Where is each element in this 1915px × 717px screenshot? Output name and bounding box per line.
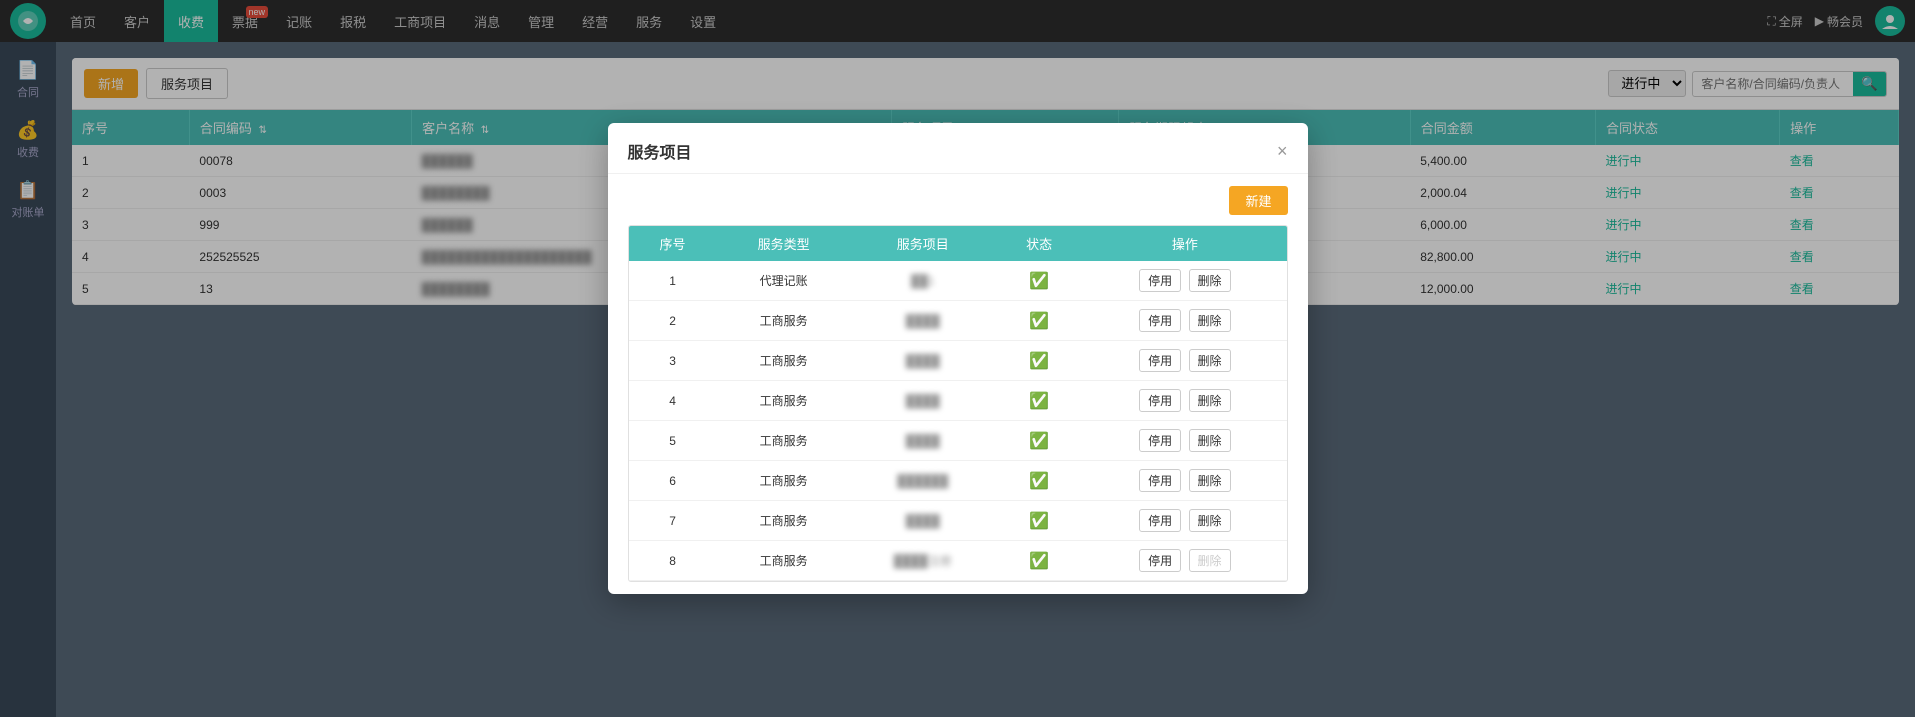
modal-cell-type: 工商服务 — [717, 421, 851, 461]
modal-table-row: 7 工商服务 ████ ✅ 停用 删除 — [629, 501, 1287, 541]
status-check-icon: ✅ — [1029, 553, 1049, 570]
stop-button[interactable]: 停用 — [1139, 429, 1181, 452]
modal-cell-no: 2 — [629, 301, 717, 341]
modal-cell-no: 6 — [629, 461, 717, 501]
modal-cell-item: ████ — [851, 421, 996, 461]
modal-cell-action: 停用 删除 — [1083, 261, 1286, 301]
delete-button[interactable]: 删除 — [1189, 429, 1231, 452]
delete-button[interactable]: 删除 — [1189, 269, 1231, 292]
modal-cell-status: ✅ — [995, 421, 1083, 461]
status-check-icon: ✅ — [1029, 393, 1049, 410]
delete-button[interactable]: 删除 — [1189, 349, 1231, 372]
modal-table-row: 3 工商服务 ████ ✅ 停用 删除 — [629, 341, 1287, 381]
stop-button[interactable]: 停用 — [1139, 269, 1181, 292]
stop-button[interactable]: 停用 — [1139, 549, 1181, 572]
delete-button[interactable]: 删除 — [1189, 389, 1231, 412]
stop-button[interactable]: 停用 — [1139, 389, 1181, 412]
modal-cell-type: 工商服务 — [717, 301, 851, 341]
modal-cell-no: 4 — [629, 381, 717, 421]
modal-cell-status: ✅ — [995, 261, 1083, 301]
modal-cell-action: 停用 删除 — [1083, 501, 1286, 541]
modal-cell-status: ✅ — [995, 301, 1083, 341]
modal-cell-item: ██████ — [851, 461, 996, 501]
modal-table-row: 2 工商服务 ████ ✅ 停用 删除 — [629, 301, 1287, 341]
modal-cell-action: 停用 删除 — [1083, 421, 1286, 461]
service-modal: 服务项目 × 新建 序号 服务类型 服务项目 状态 操作 — [608, 123, 1308, 594]
status-check-icon: ✅ — [1029, 313, 1049, 330]
status-check-icon: ✅ — [1029, 353, 1049, 370]
modal-cell-no: 7 — [629, 501, 717, 541]
modal-cell-type: 工商服务 — [717, 501, 851, 541]
modal-cell-action: 停用 删除 — [1083, 541, 1286, 581]
modal-cell-type: 代理记账 — [717, 261, 851, 301]
modal-col-status: 状态 — [995, 226, 1083, 261]
modal-cell-no: 1 — [629, 261, 717, 301]
stop-button[interactable]: 停用 — [1139, 309, 1181, 332]
modal-cell-status: ✅ — [995, 541, 1083, 581]
modal-cell-status: ✅ — [995, 501, 1083, 541]
modal-toolbar: 新建 — [628, 186, 1288, 215]
delete-button[interactable]: 删除 — [1189, 309, 1231, 332]
modal-cell-no: 3 — [629, 341, 717, 381]
modal-cell-item: ████注册 — [851, 541, 996, 581]
modal-table-row: 5 工商服务 ████ ✅ 停用 删除 — [629, 421, 1287, 461]
modal-col-item: 服务项目 — [851, 226, 996, 261]
modal-title: 服务项目 — [628, 139, 692, 163]
modal-body: 新建 序号 服务类型 服务项目 状态 操作 1 代理记账 █ — [608, 174, 1308, 594]
modal-cell-status: ✅ — [995, 381, 1083, 421]
modal-overlay[interactable]: 服务项目 × 新建 序号 服务类型 服务项目 状态 操作 — [0, 0, 1915, 717]
modal-cell-status: ✅ — [995, 341, 1083, 381]
modal-cell-no: 5 — [629, 421, 717, 461]
modal-cell-item: ████ — [851, 501, 996, 541]
modal-cell-status: ✅ — [995, 461, 1083, 501]
modal-cell-item: ████ — [851, 381, 996, 421]
modal-table-wrap: 序号 服务类型 服务项目 状态 操作 1 代理记账 ██1 ✅ 停用 删除 — [628, 225, 1288, 582]
modal-table-row: 4 工商服务 ████ ✅ 停用 删除 — [629, 381, 1287, 421]
modal-table-row: 1 代理记账 ██1 ✅ 停用 删除 — [629, 261, 1287, 301]
modal-cell-action: 停用 删除 — [1083, 301, 1286, 341]
modal-table-row: 8 工商服务 ████注册 ✅ 停用 删除 — [629, 541, 1287, 581]
modal-cell-type: 工商服务 — [717, 381, 851, 421]
status-check-icon: ✅ — [1029, 433, 1049, 450]
modal-cell-item: ██1 — [851, 261, 996, 301]
status-check-icon: ✅ — [1029, 513, 1049, 530]
modal-col-no: 序号 — [629, 226, 717, 261]
modal-cell-action: 停用 删除 — [1083, 341, 1286, 381]
stop-button[interactable]: 停用 — [1139, 509, 1181, 532]
status-check-icon: ✅ — [1029, 273, 1049, 290]
modal-col-type: 服务类型 — [717, 226, 851, 261]
modal-table: 序号 服务类型 服务项目 状态 操作 1 代理记账 ██1 ✅ 停用 删除 — [629, 226, 1287, 581]
modal-cell-item: ████ — [851, 341, 996, 381]
stop-button[interactable]: 停用 — [1139, 349, 1181, 372]
modal-cell-item: ████ — [851, 301, 996, 341]
modal-cell-type: 工商服务 — [717, 341, 851, 381]
delete-button[interactable]: 删除 — [1189, 469, 1231, 492]
stop-button[interactable]: 停用 — [1139, 469, 1181, 492]
status-check-icon: ✅ — [1029, 473, 1049, 490]
modal-close-button[interactable]: × — [1277, 141, 1288, 162]
modal-col-action: 操作 — [1083, 226, 1286, 261]
modal-header: 服务项目 × — [608, 123, 1308, 174]
delete-button[interactable]: 删除 — [1189, 509, 1231, 532]
modal-cell-action: 停用 删除 — [1083, 461, 1286, 501]
modal-cell-action: 停用 删除 — [1083, 381, 1286, 421]
modal-cell-type: 工商服务 — [717, 461, 851, 501]
delete-button: 删除 — [1189, 549, 1231, 572]
modal-cell-no: 8 — [629, 541, 717, 581]
modal-table-row: 6 工商服务 ██████ ✅ 停用 删除 — [629, 461, 1287, 501]
modal-new-button[interactable]: 新建 — [1229, 186, 1287, 215]
modal-cell-type: 工商服务 — [717, 541, 851, 581]
